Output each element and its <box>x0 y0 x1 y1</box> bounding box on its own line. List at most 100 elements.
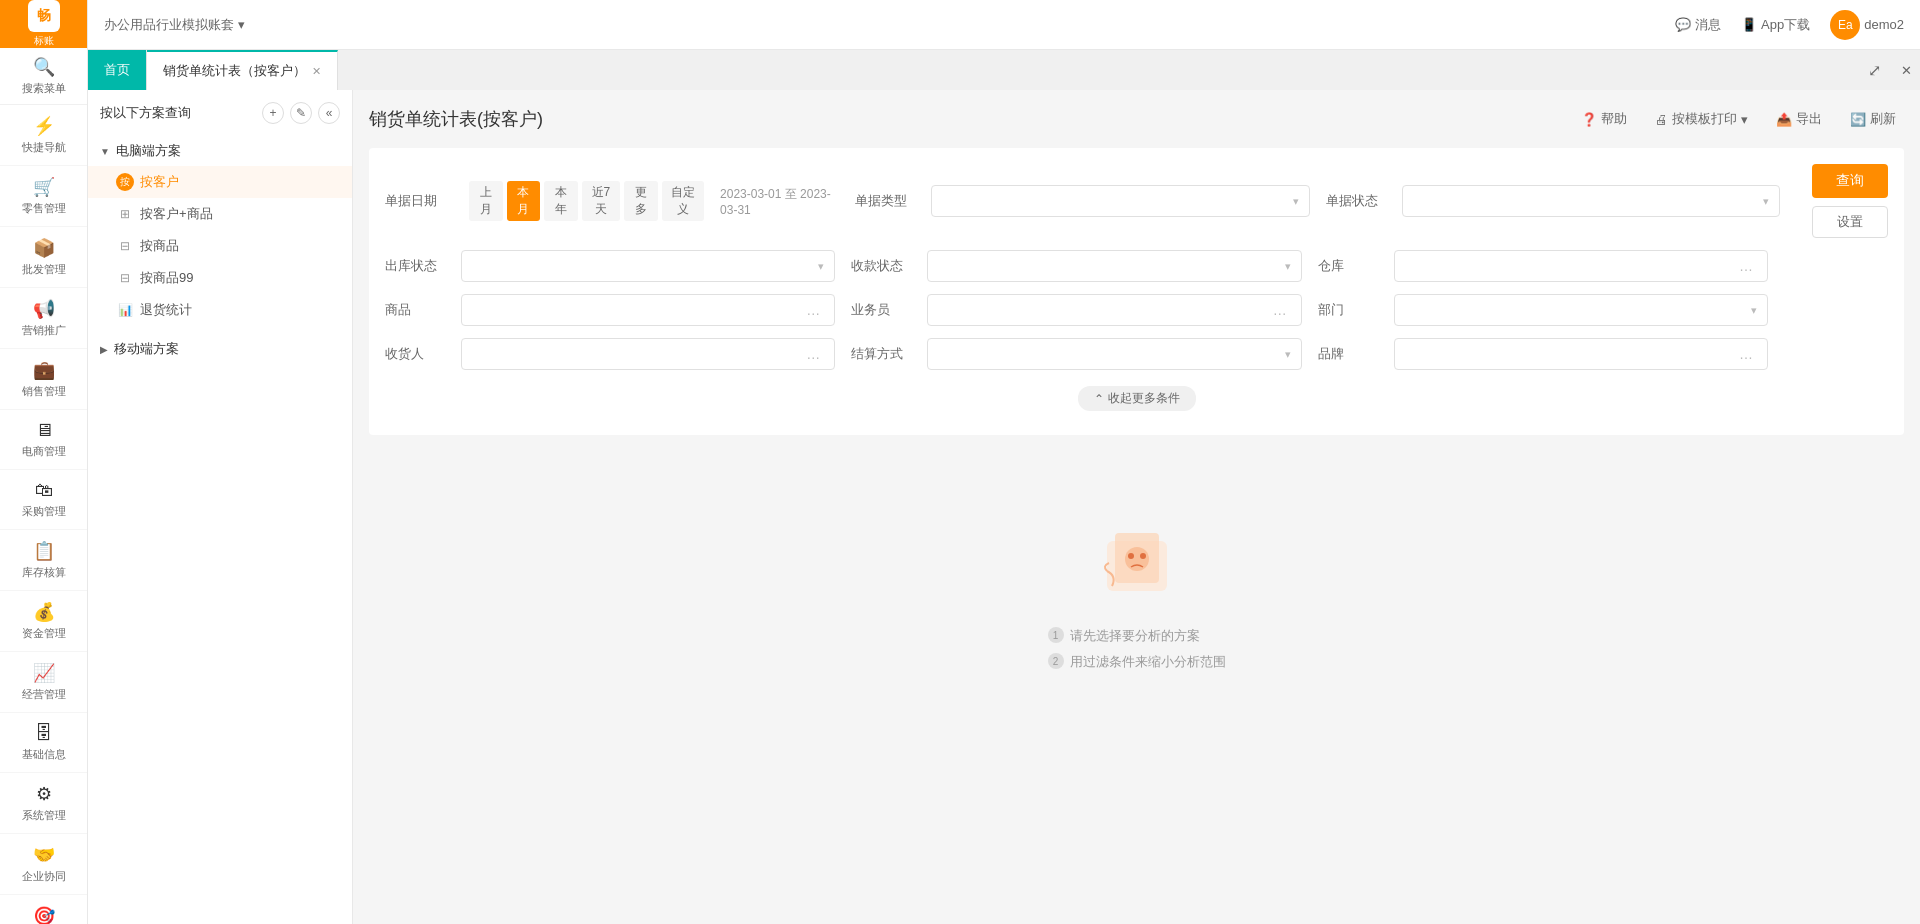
sidebar: 畅 标账 🔍 搜索菜单 ⚡ 快捷导航 🛒 零售管理 📦 批发管理 📢 营销推广 … <box>0 0 88 924</box>
payment-status-control[interactable]: ▾ <box>927 250 1301 282</box>
settlement-control[interactable]: ▾ <box>927 338 1301 370</box>
warehouse-dots-btn[interactable]: … <box>1735 258 1757 274</box>
export-icon: 📤 <box>1776 112 1792 127</box>
finance-icon: 💰 <box>33 601 55 623</box>
mobile-scheme-title[interactable]: ▶ 移动端方案 <box>88 334 352 364</box>
app-download-btn[interactable]: 📱 App下载 <box>1741 16 1810 34</box>
goods-control[interactable]: … <box>461 294 835 326</box>
out-status-control[interactable]: ▾ <box>461 250 835 282</box>
department-label: 部门 <box>1318 301 1378 319</box>
scheme-item-by-goods-99[interactable]: ⊟ 按商品99 <box>88 262 352 294</box>
message-label: 消息 <box>1695 16 1721 34</box>
edit-scheme-btn[interactable]: ✎ <box>290 102 312 124</box>
date-btn-more[interactable]: 更多 <box>624 181 658 221</box>
sidebar-item-finance[interactable]: 💰 资金管理 <box>0 591 87 652</box>
warehouse-control[interactable]: … <box>1394 250 1768 282</box>
payment-status-filter-group: 收款状态 ▾ <box>851 250 1301 282</box>
warehouse-label: 仓库 <box>1318 257 1378 275</box>
scheme-active-dot: 按 <box>116 173 134 191</box>
scheme-item-return-stat[interactable]: 📊 退货统计 <box>88 294 352 326</box>
brand-filter-group: 品牌 … <box>1318 338 1768 370</box>
brand-control[interactable]: … <box>1394 338 1768 370</box>
mobile-scheme-label: 移动端方案 <box>114 340 179 358</box>
salesman-dots-btn[interactable]: … <box>1269 302 1291 318</box>
svg-point-4 <box>1140 553 1146 559</box>
help-btn[interactable]: ❓ 帮助 <box>1573 106 1635 132</box>
tab-sales-stat[interactable]: 销货单统计表（按客户） ✕ <box>147 50 338 90</box>
collapse-icon: ⌃ <box>1094 392 1104 406</box>
date-btn-this-month[interactable]: 本月 <box>507 181 541 221</box>
sidebar-item-retail[interactable]: 🛒 零售管理 <box>0 166 87 227</box>
sidebar-item-marketing[interactable]: 📢 营销推广 <box>0 288 87 349</box>
scheme-item-by-customer[interactable]: 按 按客户 <box>88 166 352 198</box>
desktop-scheme-title[interactable]: ▼ 电脑端方案 <box>88 136 352 166</box>
sidebar-item-sales[interactable]: 💼 销售管理 <box>0 349 87 410</box>
payment-status-label: 收款状态 <box>851 257 911 275</box>
help-icon: ❓ <box>1581 112 1597 127</box>
page-actions: ❓ 帮助 🖨 按模板打印 ▾ 📤 导出 🔄 刷新 <box>1573 106 1904 132</box>
maximize-btn[interactable]: ⤢ <box>1856 61 1893 80</box>
scheme-list2-icon: ⊟ <box>116 269 134 287</box>
brand-dots-btn[interactable]: … <box>1735 346 1757 362</box>
tab-bar: 首页 销货单统计表（按客户） ✕ ⤢ ✕ <box>88 50 1920 90</box>
scheme-item-by-goods[interactable]: ⊟ 按商品 <box>88 230 352 262</box>
sidebar-item-system[interactable]: ⚙ 系统管理 <box>0 773 87 834</box>
collapse-more-btn[interactable]: ⌃ 收起更多条件 <box>1078 386 1196 411</box>
message-btn[interactable]: 💬 消息 <box>1675 16 1721 34</box>
sidebar-item-search[interactable]: 🔍 搜索菜单 <box>0 48 87 105</box>
receiver-dots-btn[interactable]: … <box>802 346 824 362</box>
svg-point-3 <box>1128 553 1134 559</box>
logo-icon: 畅 <box>28 0 60 32</box>
sidebar-item-ecommerce[interactable]: 🖥 电商管理 <box>0 410 87 470</box>
sidebar-item-operation[interactable]: 📈 经营管理 <box>0 652 87 713</box>
sidebar-item-wholesale[interactable]: 📦 批发管理 <box>0 227 87 288</box>
department-control[interactable]: ▾ <box>1394 294 1768 326</box>
sidebar-sales-label: 销售管理 <box>22 384 66 399</box>
date-btn-last-month[interactable]: 上月 <box>469 181 503 221</box>
goods-dots-btn[interactable]: … <box>802 302 824 318</box>
user-profile-btn[interactable]: Ea demo2 <box>1830 10 1904 40</box>
filter-area: 单据日期 上月 本月 本年 近7天 更多 自定义 2023-03-01 至 20… <box>369 148 1904 435</box>
query-btn[interactable]: 查询 <box>1812 164 1888 198</box>
date-btn-custom[interactable]: 自定义 <box>662 181 704 221</box>
receiver-control[interactable]: … <box>461 338 835 370</box>
cooperation-icon: 🤝 <box>33 844 55 866</box>
settings-btn[interactable]: 设置 <box>1812 206 1888 238</box>
scheme-chart-icon: 📊 <box>116 301 134 319</box>
date-btn-this-year[interactable]: 本年 <box>544 181 578 221</box>
doc-status-control[interactable]: ▾ <box>1402 185 1780 217</box>
sidebar-item-inventory[interactable]: 📋 库存核算 <box>0 530 87 591</box>
scheme-return-stat-label: 退货统计 <box>140 301 192 319</box>
settlement-arrow: ▾ <box>1285 348 1291 361</box>
sidebar-item-newguide[interactable]: 🎯 新手引导 <box>0 895 87 924</box>
goods-label: 商品 <box>385 301 445 319</box>
sidebar-item-cooperation[interactable]: 🤝 企业协同 <box>0 834 87 895</box>
salesman-control[interactable]: … <box>927 294 1301 326</box>
sidebar-marketing-label: 营销推广 <box>22 323 66 338</box>
sidebar-item-purchase[interactable]: 🛍 采购管理 <box>0 470 87 530</box>
scheme-item-by-customer-goods[interactable]: ⊞ 按客户+商品 <box>88 198 352 230</box>
collapse-panel-btn[interactable]: « <box>318 102 340 124</box>
tab-home[interactable]: 首页 <box>88 50 147 90</box>
newguide-icon: 🎯 <box>33 905 55 924</box>
salesman-label: 业务员 <box>851 301 911 319</box>
doc-type-control[interactable]: ▾ <box>931 185 1309 217</box>
industry-selector[interactable]: 办公用品行业模拟账套 ▾ <box>104 16 245 34</box>
logo-subtitle: 标账 <box>34 34 54 48</box>
tab-close-icon[interactable]: ✕ <box>312 65 321 78</box>
tip-num-2: 2 <box>1048 653 1064 669</box>
tab-home-label: 首页 <box>104 61 130 79</box>
close-window-btn[interactable]: ✕ <box>1893 63 1920 78</box>
export-btn[interactable]: 📤 导出 <box>1768 106 1830 132</box>
page-content: 按以下方案查询 + ✎ « ▼ 电脑端方案 按 按客户 ⊞ <box>88 90 1920 924</box>
top-bar: 办公用品行业模拟账套 ▾ 💬 消息 📱 App下载 Ea demo2 <box>88 0 1920 50</box>
template-print-btn[interactable]: 🖨 按模板打印 ▾ <box>1647 106 1756 132</box>
refresh-btn[interactable]: 🔄 刷新 <box>1842 106 1904 132</box>
date-btn-7days[interactable]: 近7天 <box>582 181 620 221</box>
sidebar-item-quicknav[interactable]: ⚡ 快捷导航 <box>0 105 87 166</box>
expand-icon2: ▶ <box>100 344 108 355</box>
sidebar-item-baseinfo[interactable]: 🗄 基础信息 <box>0 713 87 773</box>
quicknav-icon: ⚡ <box>33 115 55 137</box>
tab-sales-stat-label: 销货单统计表（按客户） <box>163 62 306 80</box>
add-scheme-btn[interactable]: + <box>262 102 284 124</box>
